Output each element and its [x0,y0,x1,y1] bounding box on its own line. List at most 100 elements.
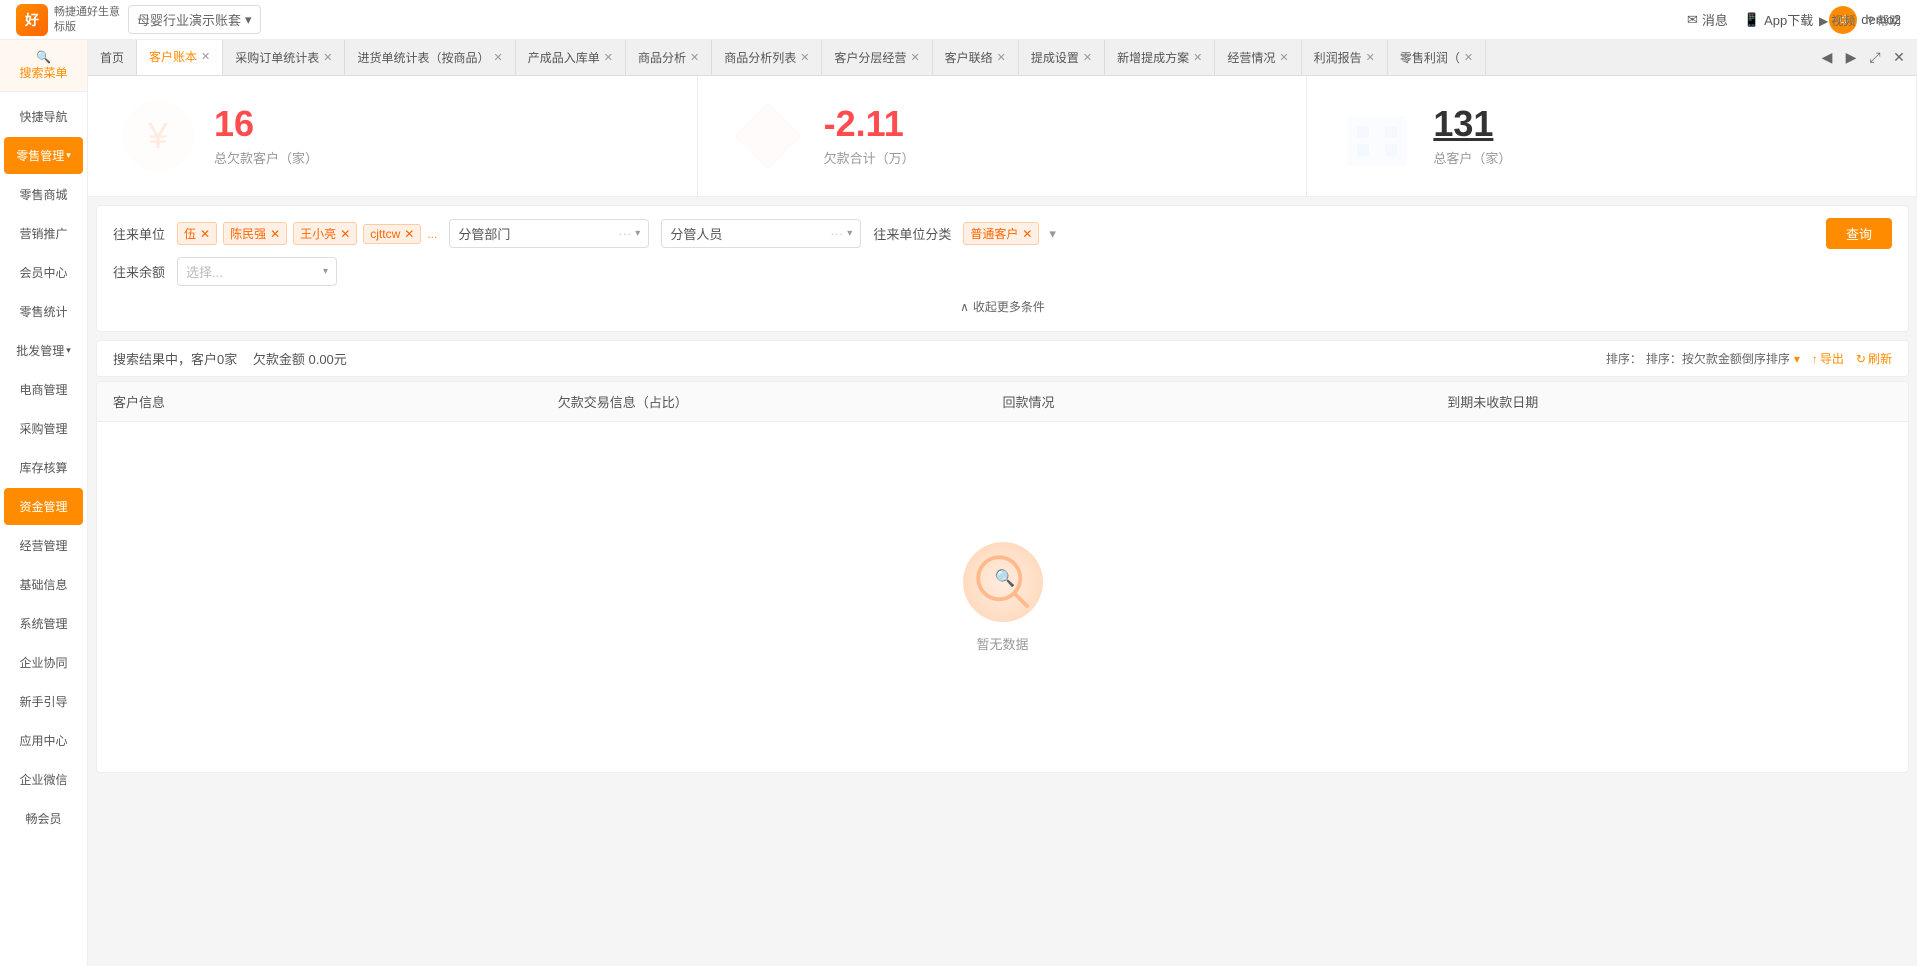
sidebar-item-retail-stats[interactable]: 零售统计 [4,293,83,330]
table-body: 🔍 暂无数据 [97,422,1908,772]
sidebar-item-enterprise-coop[interactable]: 企业协同 [4,644,83,681]
stat-info-total-customers: 131 总客户（家） [1433,106,1511,167]
sidebar-item-inventory[interactable]: 库存核算 [4,449,83,486]
tab-close-all-btn[interactable]: ✕ [1889,48,1909,68]
filter-area: 往来单位 伍 ✕ 陈民强 ✕ 王小亮 ✕ [96,205,1909,332]
tab-bar: 首页 客户账本 ✕ 采购订单统计表 ✕ 进货单统计表（按商品） ✕ 产成品入库单… [88,40,1917,76]
stat-icon-diamond [728,96,808,176]
sidebar: 🔍 搜索菜单 快捷导航 零售管理 ▾ 零售商城 营销推广 会员中心 零售统计 [0,40,88,966]
sidebar-item-operations[interactable]: 经营管理 [4,527,83,564]
tab-close-product-analysis[interactable]: ✕ [690,51,699,64]
close-tag-normal-customer[interactable]: ✕ [1022,227,1032,241]
stat-label-overdue-amount: 欠款合计（万） [824,148,915,167]
svg-text:¥: ¥ [147,115,169,156]
remainder-filter-select[interactable]: 选择... ▾ [177,257,337,286]
close-tag-wang[interactable]: ✕ [340,227,350,241]
tab-new-reminder[interactable]: 新增提成方案 ✕ [1105,40,1215,76]
tab-expand-btn[interactable]: ⤢ [1865,48,1885,68]
sidebar-search[interactable]: 🔍 搜索菜单 [0,40,87,92]
message-icon: ✉ [1687,12,1698,28]
person-filter-select[interactable]: 分管人员 ··· ▾ [661,219,861,248]
tab-operation-status[interactable]: 经营情况 ✕ [1215,40,1301,76]
stat-icon-building [1337,96,1417,176]
tab-close-profit-report[interactable]: ✕ [1366,51,1375,64]
tab-close-customer-segment[interactable]: ✕ [910,51,919,64]
sidebar-item-wholesale-mgmt[interactable]: 批发管理 ▾ [4,332,83,369]
close-tag-wu[interactable]: ✕ [200,227,210,241]
main-layout: 🔍 搜索菜单 快捷导航 零售管理 ▾ 零售商城 营销推广 会员中心 零售统计 [0,40,1917,966]
filter-row-2: 往来余额 选择... ▾ [113,257,1892,286]
export-icon: ↑ [1812,352,1818,366]
tab-reminder-settings[interactable]: 提成设置 ✕ [1019,40,1105,76]
sort-select[interactable]: 排序： 排序：按欠款金额倒序排序 ▾ [1606,350,1800,367]
collapse-filter-btn[interactable]: ∧ 收起更多条件 [113,294,1892,319]
sidebar-item-vip-member[interactable]: 畅会员 [4,800,83,837]
close-tag-cjttcw[interactable]: ✕ [404,227,414,241]
tab-close-operation-status[interactable]: ✕ [1279,51,1288,64]
tab-retail-profit[interactable]: 零售利润（ ✕ [1388,40,1486,76]
message-btn[interactable]: ✉ 消息 [1687,10,1728,29]
stat-value-overdue-customers: 16 [214,106,318,142]
sidebar-item-marketing[interactable]: 营销推广 [4,215,83,252]
stat-info-overdue-amount: -2.11 欠款合计（万） [824,106,915,167]
person-arrow-icon: ▾ [847,228,852,239]
tab-close-cost-inbound[interactable]: ✕ [604,51,613,64]
close-tag-chen[interactable]: ✕ [270,227,280,241]
col-customer-info: 客户信息 [113,392,558,411]
tab-close-reminder-settings[interactable]: ✕ [1083,51,1092,64]
sidebar-item-ecommerce[interactable]: 电商管理 [4,371,83,408]
stat-value-overdue-amount: -2.11 [824,106,915,142]
tab-customer-account[interactable]: 客户账本 ✕ [137,40,223,76]
table-header: 客户信息 欠款交易信息（占比） 回款情况 到期未收款日期 [97,382,1908,422]
org-selector[interactable]: 母婴行业演示账套 ▾ [128,5,261,34]
collapse-icon: ∧ [960,300,969,314]
col-overdue-txn: 欠款交易信息（占比） [558,392,1003,411]
chevron-down-icon: ▾ [245,12,252,28]
tab-purchase-order[interactable]: 采购订单统计表 ✕ [223,40,345,76]
tab-home[interactable]: 首页 [88,40,137,76]
tab-close-new-reminder[interactable]: ✕ [1193,51,1202,64]
sidebar-item-member-center[interactable]: 会员中心 [4,254,83,291]
sidebar-item-retail-mall[interactable]: 零售商城 [4,176,83,213]
tab-customer-contact[interactable]: 客户联络 ✕ [933,40,1019,76]
sidebar-item-quick-nav[interactable]: 快捷导航 [4,98,83,135]
sidebar-item-finance[interactable]: 资金管理 [4,488,83,525]
tab-incoming-stats[interactable]: 进货单统计表（按商品） ✕ [345,40,515,76]
filter-tag-cjttcw: cjttcw ✕ [363,224,421,244]
dept-more-icon: ··· [618,226,631,241]
stat-card-overdue-amount: -2.11 欠款合计（万） [698,76,1308,196]
tab-prev-btn[interactable]: ◀ [1817,48,1837,68]
sidebar-item-new-guide[interactable]: 新手引导 [4,683,83,720]
tab-next-btn[interactable]: ▶ [1841,48,1861,68]
filter-tag-wang: 王小亮 ✕ [293,222,357,245]
sidebar-item-basic-info[interactable]: 基础信息 [4,566,83,603]
tab-close-incoming-stats[interactable]: ✕ [494,51,503,64]
sidebar-item-purchase-mgmt[interactable]: 采购管理 [4,410,83,447]
sidebar-item-enterprise-wechat[interactable]: 企业微信 [4,761,83,798]
tab-close-customer-contact[interactable]: ✕ [997,51,1006,64]
sidebar-item-system-mgmt[interactable]: 系统管理 [4,605,83,642]
dept-filter-select[interactable]: 分管部门 ··· ▾ [449,219,649,248]
tab-cost-inbound[interactable]: 产成品入库单 ✕ [516,40,626,76]
tab-close-customer-account[interactable]: ✕ [201,50,210,63]
refresh-btn[interactable]: ↻ 刷新 [1856,350,1892,367]
stat-info-overdue-customers: 16 总欠款客户（家） [214,106,318,167]
tab-close-product-analysis-list[interactable]: ✕ [800,51,809,64]
tab-customer-segment[interactable]: 客户分层经营 ✕ [822,40,932,76]
table-wrap: 客户信息 欠款交易信息（占比） 回款情况 到期未收款日期 🔍 暂无数据 [96,381,1909,773]
svg-text:🔍: 🔍 [994,567,1015,587]
filter-more-tags[interactable]: ... [427,227,437,241]
filter-tags-unit-type: 普通客户 ✕ ▾ [963,222,1056,245]
tab-product-analysis-list[interactable]: 商品分析列表 ✕ [712,40,822,76]
tab-profit-report[interactable]: 利润报告 ✕ [1302,40,1388,76]
query-btn[interactable]: 查询 [1826,218,1892,249]
tab-close-purchase-order[interactable]: ✕ [323,51,332,64]
tab-close-retail-profit[interactable]: ✕ [1464,51,1473,64]
sidebar-item-app-center[interactable]: 应用中心 [4,722,83,759]
export-btn[interactable]: ↑ 导出 [1812,350,1844,367]
page-content: ¥ 16 总欠款客户（家） -2. [88,76,1917,966]
tab-product-analysis[interactable]: 商品分析 ✕ [626,40,712,76]
sidebar-item-retail-mgmt[interactable]: 零售管理 ▾ [4,137,83,174]
app-download-btn[interactable]: 📱 App下载 [1744,10,1813,29]
results-actions: 排序： 排序：按欠款金额倒序排序 ▾ ↑ 导出 ↻ 刷新 [1606,350,1892,367]
